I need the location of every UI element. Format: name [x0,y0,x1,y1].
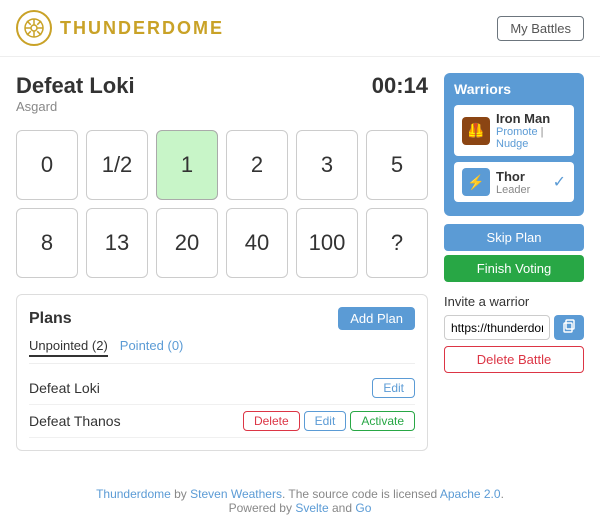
copy-invite-button[interactable] [554,315,584,340]
footer-author-link[interactable]: Steven Weathers [190,487,282,501]
logo-icon [23,17,45,39]
footer-license-link[interactable]: Apache 2.0 [440,487,501,501]
footer-go-link[interactable]: Go [355,501,371,515]
warriors-title: Warriors [454,81,574,97]
vote-card[interactable]: 3 [296,130,358,200]
finish-voting-button[interactable]: Finish Voting [444,255,584,282]
add-plan-button[interactable]: Add Plan [338,307,415,330]
invite-section: Invite a warrior Delete Battle [444,294,584,373]
edit-plan-button[interactable]: Edit [372,378,415,398]
plan-item: Defeat Loki Edit [29,372,415,405]
warrior-name: Iron Man [496,111,566,126]
vote-card[interactable]: 13 [86,208,148,278]
main-content: Defeat Loki Asgard 00:14 01/21235 8132040… [0,57,600,467]
warrior-info: ThorLeader [496,169,547,196]
plan-item: Defeat Thanos DeleteEditActivate [29,405,415,438]
footer-line1: Thunderdome by Steven Weathers. The sour… [12,487,588,501]
plans-title: Plans [29,310,72,328]
plan-actions: Edit [372,378,415,398]
footer-thunderdome-link[interactable]: Thunderdome [96,487,171,501]
vote-card[interactable]: 2 [226,130,288,200]
edit-plan-button[interactable]: Edit [304,411,347,431]
warriors-panel: Warriors 🦺Iron ManPromote | Nudge⚡ThorLe… [444,73,584,216]
warrior-avatar: ⚡ [462,168,490,196]
logo-text: THUNDERDOME [60,18,224,39]
warrior-avatar: 🦺 [462,117,490,145]
logo-circle [16,10,52,46]
warrior-name: Thor [496,169,547,184]
card-grid: 01/21235 8132040100? [16,130,428,278]
invite-url-input[interactable] [444,315,550,340]
vote-card[interactable]: 40 [226,208,288,278]
battle-title: Defeat Loki [16,73,135,99]
invite-title: Invite a warrior [444,294,584,309]
warrior-info: Iron ManPromote | Nudge [496,111,566,150]
warrior-voted-icon: ✓ [553,172,566,192]
battle-info: Defeat Loki Asgard [16,73,135,126]
plan-tab[interactable]: Pointed (0) [120,338,184,357]
vote-card[interactable]: 1/2 [86,130,148,200]
plan-actions: DeleteEditActivate [243,411,415,431]
copy-icon [562,319,576,333]
vote-card[interactable]: 8 [16,208,78,278]
vote-card[interactable]: 20 [156,208,218,278]
timer: 00:14 [372,73,428,99]
warrior-item: ⚡ThorLeader✓ [454,162,574,202]
right-panel: Warriors 🦺Iron ManPromote | Nudge⚡ThorLe… [444,73,584,451]
invite-row [444,315,584,340]
vote-card[interactable]: 100 [296,208,358,278]
plan-tab[interactable]: Unpointed (2) [29,338,108,357]
footer: Thunderdome by Steven Weathers. The sour… [0,475,600,527]
delete-plan-button[interactable]: Delete [243,411,300,431]
warrior-list: 🦺Iron ManPromote | Nudge⚡ThorLeader✓ [454,105,574,202]
logo: THUNDERDOME [16,10,224,46]
plans-section: Plans Add Plan Unpointed (2)Pointed (0) … [16,294,428,451]
battle-header: Defeat Loki Asgard 00:14 [16,73,428,126]
skip-plan-button[interactable]: Skip Plan [444,224,584,251]
warrior-tags: Leader [496,184,547,196]
plan-name: Defeat Thanos [29,413,121,429]
left-panel: Defeat Loki Asgard 00:14 01/21235 8132040… [16,73,428,451]
plan-name: Defeat Loki [29,380,100,396]
header: THUNDERDOME My Battles [0,0,600,57]
vote-card[interactable]: 5 [366,130,428,200]
warrior-tags: Promote | Nudge [496,126,566,150]
my-battles-button[interactable]: My Battles [497,16,584,41]
vote-card[interactable]: 0 [16,130,78,200]
activate-plan-button[interactable]: Activate [350,411,415,431]
footer-svelte-link[interactable]: Svelte [295,501,328,515]
vote-card[interactable]: 1 [156,130,218,200]
plans-tabs: Unpointed (2) Pointed (0) [29,338,415,364]
delete-battle-button[interactable]: Delete Battle [444,346,584,373]
vote-card[interactable]: ? [366,208,428,278]
footer-line2: Powered by Svelte and Go [12,501,588,515]
plans-header: Plans Add Plan [29,307,415,330]
warrior-item: 🦺Iron ManPromote | Nudge [454,105,574,156]
plan-items: Defeat LokiEditDefeat ThanosDeleteEditAc… [29,372,415,438]
battle-subtitle: Asgard [16,99,135,114]
